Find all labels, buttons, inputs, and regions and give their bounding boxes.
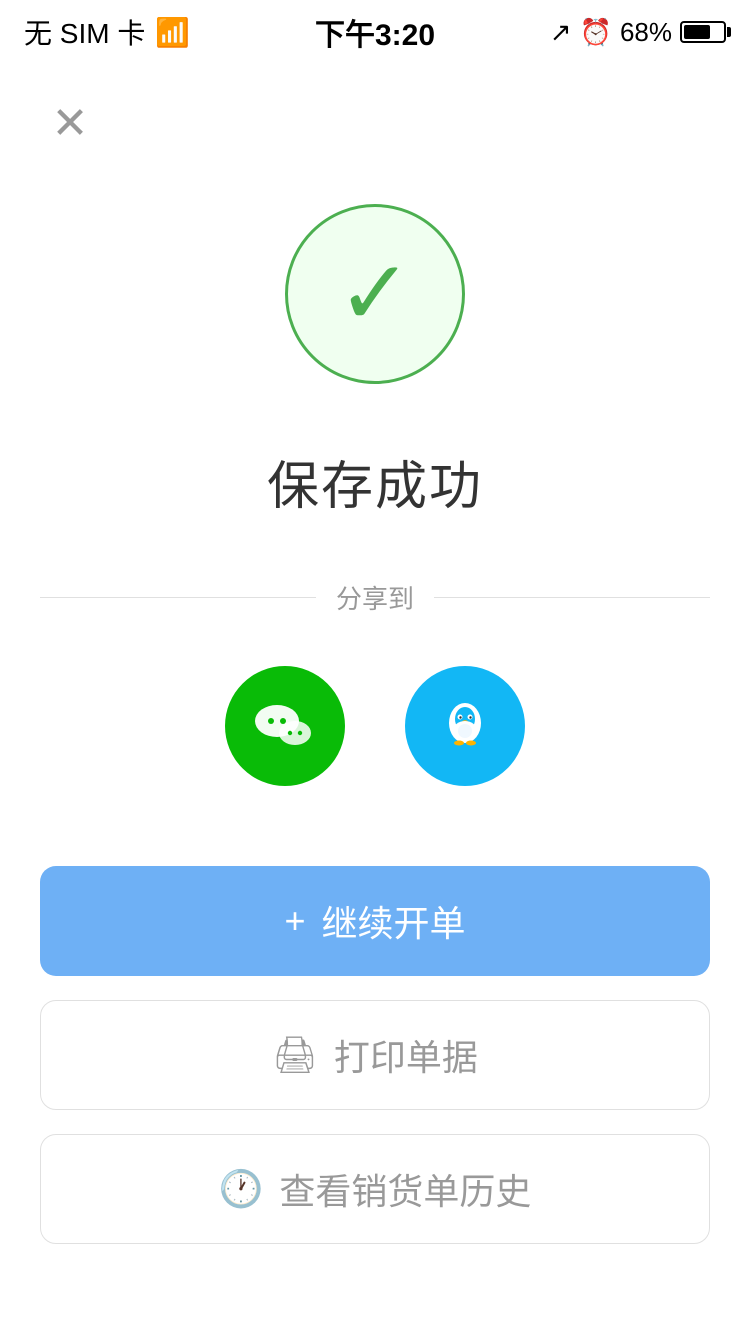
status-bar: 无 SIM 卡 📶 下午3:20 ↗ ⏰ 68% [0, 0, 750, 64]
share-wechat-button[interactable] [225, 666, 345, 786]
status-right: ↗ ⏰ 68% [550, 17, 726, 48]
battery-icon [680, 21, 726, 43]
plus-icon: + [284, 900, 305, 942]
history-icon: 🕐 [219, 1168, 264, 1210]
alarm-icon: ⏰ [580, 17, 612, 48]
continue-order-label: 继续开单 [322, 895, 466, 947]
print-button[interactable]: 🖨 打印单据 [40, 1000, 710, 1110]
continue-order-button[interactable]: + 继续开单 [40, 866, 710, 976]
printer-icon: 🖨 [272, 1034, 318, 1076]
share-label: 分享到 [336, 579, 414, 616]
battery-percent: 68% [620, 17, 672, 48]
print-label: 打印单据 [334, 1029, 478, 1081]
divider-left [40, 597, 316, 598]
wifi-icon: 📶 [155, 16, 190, 49]
action-buttons: + 继续开单 🖨 打印单据 🕐 查看销货单历史 [40, 866, 710, 1244]
status-time: 下午3:20 [315, 10, 435, 54]
divider-right [434, 597, 710, 598]
history-label: 查看销货单历史 [279, 1163, 531, 1215]
close-icon: ✕ [52, 102, 89, 146]
main-content: ✕ ✓ 保存成功 分享到 [0, 64, 750, 1244]
share-icons [225, 666, 525, 786]
history-button[interactable]: 🕐 查看销货单历史 [40, 1134, 710, 1244]
checkmark-icon: ✓ [337, 249, 412, 339]
share-divider: 分享到 [40, 579, 710, 616]
status-left: 无 SIM 卡 📶 [24, 12, 190, 52]
share-qq-button[interactable] [405, 666, 525, 786]
close-button[interactable]: ✕ [40, 94, 100, 154]
location-icon: ↗ [550, 17, 572, 48]
wechat-icon [250, 691, 320, 761]
success-title: 保存成功 [267, 444, 483, 519]
qq-icon [430, 691, 500, 761]
success-circle: ✓ [285, 204, 465, 384]
no-sim-label: 无 SIM 卡 [24, 12, 145, 52]
